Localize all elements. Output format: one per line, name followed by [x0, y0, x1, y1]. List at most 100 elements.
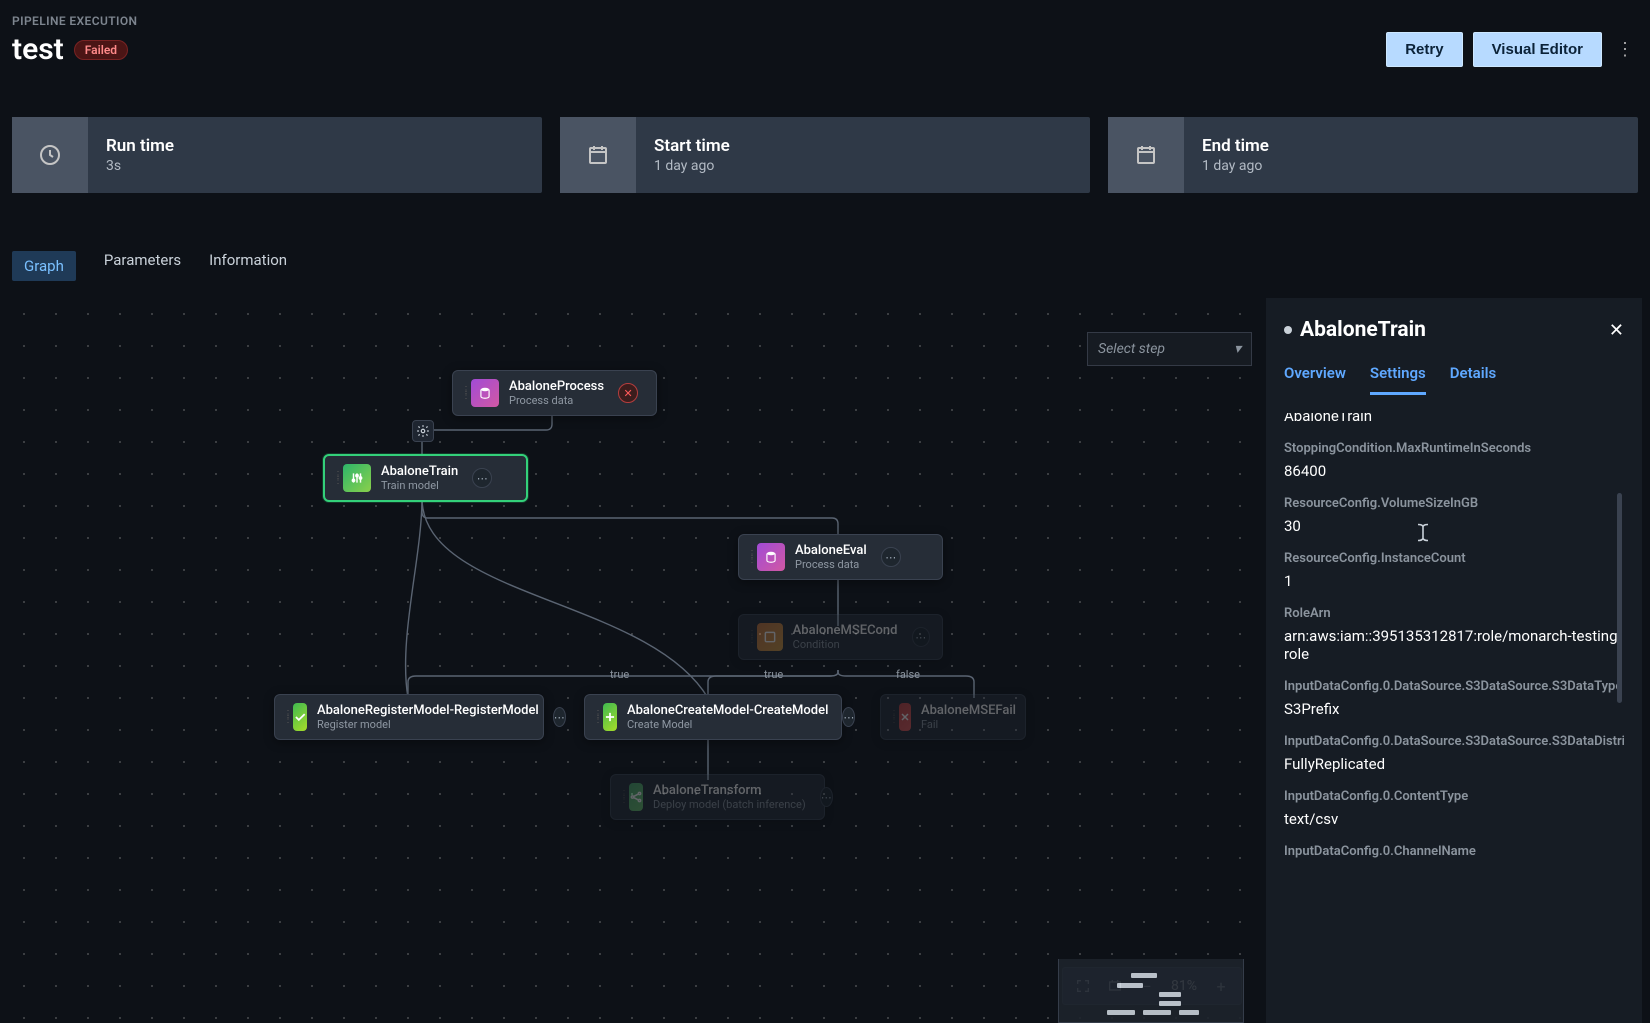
- page-title: test: [12, 32, 64, 67]
- minimap[interactable]: [1058, 959, 1244, 1023]
- starttime-card: Start time 1 day ago: [560, 117, 1090, 193]
- starttime-label: Start time: [654, 136, 730, 156]
- endtime-value: 1 day ago: [1202, 158, 1269, 174]
- node-abalone-mse-cond[interactable]: ⋮⋮ AbaloneMSECond Condition ⋯: [738, 614, 943, 660]
- kv-label: StoppingCondition.MaxRuntimeInSeconds: [1284, 441, 1624, 456]
- database-icon: [757, 543, 785, 571]
- scrollbar[interactable]: [1617, 493, 1622, 703]
- check-icon: [293, 703, 307, 731]
- kv-value: arn:aws:iam::395135312817:role/monarch-t…: [1284, 627, 1624, 663]
- node-title: AbaloneTransform: [653, 783, 806, 798]
- edge-label-false: false: [896, 668, 920, 681]
- node-subtitle: Register model: [317, 718, 539, 731]
- edge-label-true: true: [764, 668, 783, 681]
- panel-tab-overview[interactable]: Overview: [1284, 364, 1346, 395]
- drag-handle-icon[interactable]: ⋮⋮: [333, 464, 339, 492]
- kv-value: 1: [1284, 572, 1624, 590]
- pending-icon: ⋯: [820, 787, 833, 807]
- kv-label: InputDataConfig.0.DataSource.S3DataSourc…: [1284, 679, 1624, 694]
- panel-tab-settings[interactable]: Settings: [1370, 364, 1426, 395]
- runtime-label: Run time: [106, 136, 174, 156]
- kv-value: S3Prefix: [1284, 700, 1624, 718]
- share-icon: [629, 783, 643, 811]
- node-abalone-process[interactable]: ⋮⋮ AbaloneProcess Process data ✕: [452, 370, 657, 416]
- node-subtitle: Train model: [381, 479, 458, 492]
- kv-value: 30: [1284, 517, 1624, 535]
- panel-tab-details[interactable]: Details: [1450, 364, 1496, 395]
- kv-label: ResourceConfig.InstanceCount: [1284, 551, 1624, 566]
- node-abalone-mse-fail[interactable]: ⋮⋮ AbaloneMSEFail Fail: [880, 694, 1026, 740]
- kv-label: InputDataConfig.0.ContentType: [1284, 789, 1624, 804]
- starttime-value: 1 day ago: [654, 158, 730, 174]
- panel-title: AbaloneTrain: [1284, 318, 1426, 342]
- node-title: AbaloneTrain: [381, 464, 458, 479]
- drag-handle-icon[interactable]: ⋮⋮: [593, 703, 599, 731]
- drag-handle-icon[interactable]: ⋮⋮: [747, 543, 753, 571]
- edge-label-true: true: [610, 668, 629, 681]
- node-title: AbaloneMSEFail: [921, 703, 1016, 718]
- node-abalone-create-model[interactable]: ⋮⋮ AbaloneCreateModel-CreateModel Create…: [584, 694, 842, 740]
- pending-icon: ⋯: [472, 468, 492, 488]
- pending-icon: ⋯: [553, 707, 566, 727]
- kv-label: RoleArn: [1284, 606, 1624, 621]
- calendar-icon: [1108, 117, 1184, 193]
- x-icon: [899, 703, 911, 731]
- node-title: AbaloneEval: [795, 543, 867, 558]
- clock-icon: [12, 117, 88, 193]
- node-subtitle: Process data: [795, 558, 867, 571]
- drag-handle-icon[interactable]: ⋮⋮: [283, 703, 289, 731]
- node-subtitle: Deploy model (batch inference): [653, 798, 806, 811]
- condition-icon: [757, 623, 783, 651]
- node-abalone-train[interactable]: ⋮⋮ AbaloneTrain Train model ⋯: [323, 454, 528, 502]
- node-subtitle: Create Model: [627, 718, 828, 731]
- status-badge: Failed: [74, 40, 128, 60]
- tab-information[interactable]: Information: [209, 251, 287, 281]
- kv-value: AbaloneTrain: [1284, 413, 1624, 425]
- runtime-value: 3s: [106, 158, 174, 174]
- node-subtitle: Fail: [921, 718, 1016, 731]
- drag-handle-icon[interactable]: ⋮⋮: [461, 379, 467, 407]
- drag-handle-icon[interactable]: ⋮⋮: [889, 703, 895, 731]
- endtime-label: End time: [1202, 136, 1269, 156]
- endtime-card: End time 1 day ago: [1108, 117, 1638, 193]
- select-step-placeholder: Select step: [1098, 341, 1165, 357]
- breadcrumb: PIPELINE EXECUTION: [12, 14, 137, 28]
- pending-icon: ⋯: [881, 547, 901, 567]
- fail-icon: ✕: [618, 383, 638, 403]
- retry-button[interactable]: Retry: [1386, 32, 1462, 67]
- step-details-panel: AbaloneTrain ✕ Overview Settings Details…: [1266, 298, 1642, 1023]
- plus-icon: [603, 703, 617, 731]
- drag-handle-icon[interactable]: ⋮⋮: [747, 623, 753, 651]
- runtime-card: Run time 3s: [12, 117, 542, 193]
- pending-icon: ⋯: [842, 707, 855, 727]
- tab-parameters[interactable]: Parameters: [104, 251, 181, 281]
- kv-label: ResourceConfig.VolumeSizeInGB: [1284, 496, 1624, 511]
- node-abalone-transform[interactable]: ⋮⋮ AbaloneTransform Deploy model (batch …: [610, 774, 825, 820]
- text-cursor-icon: [1415, 523, 1431, 548]
- kv-value: FullyReplicated: [1284, 755, 1624, 773]
- node-subtitle: Process data: [509, 394, 604, 407]
- node-subtitle: Condition: [793, 638, 898, 651]
- node-title: AbaloneProcess: [509, 379, 604, 394]
- kv-label: InputDataConfig.0.DataSource.S3DataSourc…: [1284, 734, 1624, 749]
- node-abalone-eval[interactable]: ⋮⋮ AbaloneEval Process data ⋯: [738, 534, 943, 580]
- kv-value: text/csv: [1284, 810, 1624, 828]
- visual-editor-button[interactable]: Visual Editor: [1473, 32, 1602, 67]
- close-icon[interactable]: ✕: [1609, 320, 1624, 341]
- drag-handle-icon[interactable]: ⋮⋮: [619, 783, 625, 811]
- gear-icon[interactable]: [412, 420, 434, 442]
- kv-value: 86400: [1284, 462, 1624, 480]
- chevron-down-icon: ▾: [1234, 341, 1241, 357]
- node-title: AbaloneMSECond: [793, 623, 898, 638]
- tab-graph[interactable]: Graph: [12, 251, 76, 281]
- node-abalone-register-model[interactable]: ⋮⋮ AbaloneRegisterModel-RegisterModel Re…: [274, 694, 544, 740]
- node-title: AbaloneRegisterModel-RegisterModel: [317, 703, 539, 718]
- select-step-dropdown[interactable]: Select step ▾: [1087, 332, 1252, 366]
- more-icon[interactable]: ⋮: [1612, 39, 1638, 60]
- node-title: AbaloneCreateModel-CreateModel: [627, 703, 828, 718]
- pending-icon: ⋯: [912, 627, 931, 647]
- calendar-icon: [560, 117, 636, 193]
- kv-label: InputDataConfig.0.ChannelName: [1284, 844, 1624, 859]
- database-icon: [471, 379, 499, 407]
- sliders-icon: [343, 464, 371, 492]
